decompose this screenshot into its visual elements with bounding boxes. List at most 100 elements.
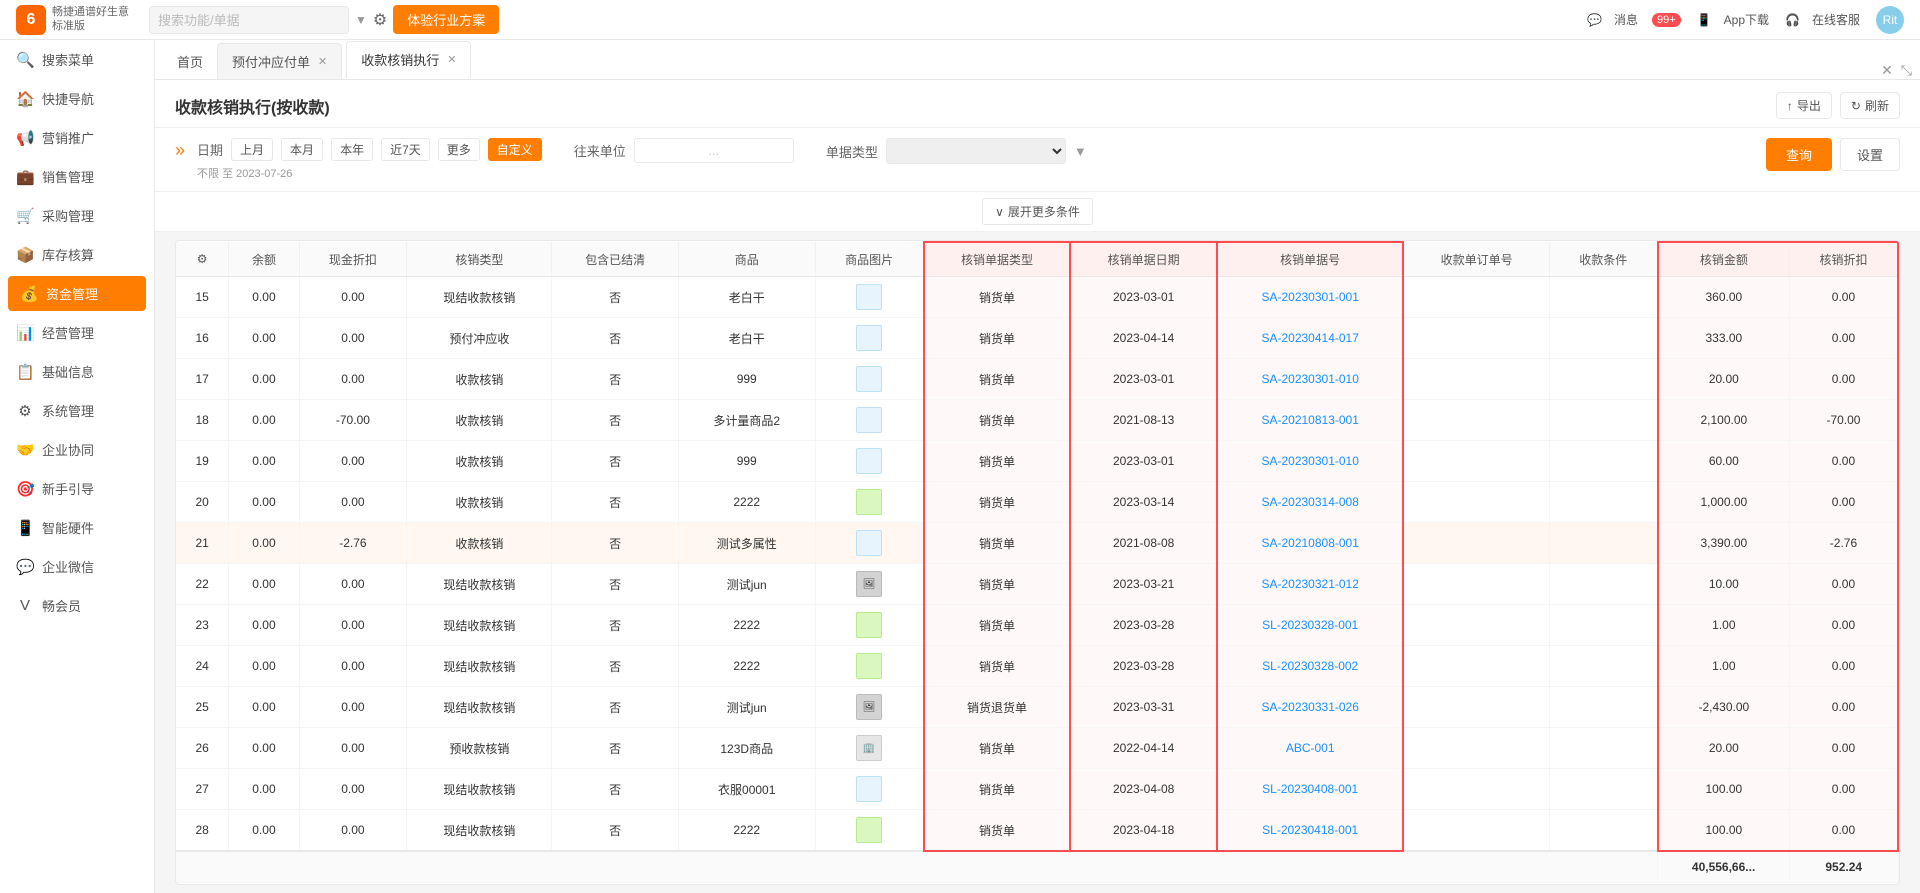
sidebar-item-enterprise[interactable]: 🤝 企业协同 (0, 430, 154, 469)
cell-verify-type: 收款核销 (407, 523, 552, 564)
online-service-group[interactable]: 🎧 在线客服 (1785, 11, 1860, 28)
sidebar-item-sales[interactable]: 💼 销售管理 (0, 157, 154, 196)
sidebar-label-finance: 资金管理 (46, 284, 98, 303)
doc-no-link[interactable]: SL-20230408-001 (1262, 782, 1358, 796)
cell-doc-type: 销货单 (924, 277, 1071, 318)
doc-no-link[interactable]: SA-20230321-012 (1261, 577, 1358, 591)
this-year-btn[interactable]: 本年 (331, 138, 373, 161)
sidebar-item-system[interactable]: ⚙ 系统管理 (0, 391, 154, 430)
doc-no-link[interactable]: SA-20230301-001 (1261, 290, 1358, 304)
doc-no-link[interactable]: SA-20230331-026 (1261, 700, 1358, 714)
search-box[interactable]: 搜索功能/单据 (149, 6, 349, 34)
sidebar-item-inventory[interactable]: 📦 库存核算 (0, 235, 154, 274)
sidebar-label-sales: 销售管理 (42, 167, 94, 186)
sidebar-item-marketing[interactable]: 📢 营销推广 (0, 118, 154, 157)
cell-doc-date: 2023-03-01 (1070, 277, 1217, 318)
user-avatar[interactable]: Rit (1876, 6, 1904, 34)
sidebar-label-system: 系统管理 (42, 401, 94, 420)
tab-2[interactable]: 收款核销执行 ✕ (346, 41, 471, 79)
cell-receipt-cond (1549, 318, 1657, 359)
sidebar-item-wechat[interactable]: 💬 企业微信 (0, 547, 154, 586)
dropdown-icon[interactable]: ▼ (355, 13, 367, 27)
cell-doc-type: 销货单 (924, 810, 1071, 852)
doc-no-link[interactable]: SA-20230414-017 (1261, 331, 1358, 345)
cell-receipt-cond (1549, 400, 1657, 441)
doc-no-link[interactable]: SL-20230328-001 (1262, 618, 1358, 632)
cell-balance: 0.00 (229, 523, 299, 564)
table-container[interactable]: ⚙ 余额 现金折扣 核销类型 包含已结清 商品 商品图片 核销单据类型 核销单据… (175, 240, 1900, 885)
tab-1[interactable]: 预付冲应付单 ✕ (217, 43, 342, 79)
sidebar-icon-marketing: 📢 (16, 129, 34, 147)
sidebar-item-search[interactable]: 🔍 搜索菜单 (0, 40, 154, 79)
cell-goods: 123D商品 (678, 728, 815, 769)
page-actions: ↑ 导出 ↻ 刷新 (1776, 92, 1900, 119)
filter-toggle-btn[interactable]: » (175, 140, 185, 161)
sidebar-item-finance[interactable]: 💰 资金管理 (8, 276, 146, 311)
cell-goods: 2222 (678, 482, 815, 523)
sidebar-label-wechat: 企业微信 (42, 557, 94, 576)
counterparty-input[interactable]: ... (634, 138, 794, 163)
cell-receipt-cond (1549, 523, 1657, 564)
industry-btn[interactable]: 体验行业方案 (393, 5, 499, 34)
query-btn[interactable]: 查询 (1766, 138, 1832, 171)
doc-no-link[interactable]: SA-20210813-001 (1261, 413, 1358, 427)
last-month-btn[interactable]: 上月 (231, 138, 273, 161)
cell-doc-date: 2023-03-21 (1070, 564, 1217, 605)
settings-icon[interactable]: ⚙ (373, 10, 387, 30)
cell-amount: 333.00 (1658, 318, 1790, 359)
date-label: 日期 (197, 140, 223, 159)
table-row: 16 0.00 0.00 预付冲应收 否 老白干 销货单 2023-04-14 … (176, 318, 1898, 359)
app-download-group[interactable]: 📱 App下载 (1697, 11, 1769, 28)
sidebar-item-member[interactable]: V 畅会员 (0, 586, 154, 625)
cell-goods-img (815, 482, 923, 523)
cell-amount: 20.00 (1658, 728, 1790, 769)
refresh-btn[interactable]: ↻ 刷新 (1840, 92, 1900, 119)
cell-doc-no: SA-20230301-010 (1217, 441, 1403, 482)
doc-no-link[interactable]: SA-20230301-010 (1261, 372, 1358, 386)
cell-receipt-cond (1549, 810, 1657, 852)
cell-balance: 0.00 (229, 441, 299, 482)
last7-btn[interactable]: 近7天 (381, 138, 430, 161)
doc-no-link[interactable]: SL-20230418-001 (1262, 823, 1358, 837)
messages-group[interactable]: 💬 消息 99+ (1587, 11, 1681, 28)
export-btn[interactable]: ↑ 导出 (1776, 92, 1832, 119)
sidebar-item-purchase[interactable]: 🛒 采购管理 (0, 196, 154, 235)
doc-no-link[interactable]: SL-20230328-002 (1262, 659, 1358, 673)
cell-verify-type: 现结收款核销 (407, 810, 552, 852)
sidebar-item-newbie[interactable]: 🎯 新手引导 (0, 469, 154, 508)
sidebar-item-basic-info[interactable]: 📋 基础信息 (0, 352, 154, 391)
cell-doc-no: SA-20230301-001 (1217, 277, 1403, 318)
cell-doc-type: 销货单 (924, 482, 1071, 523)
doc-no-link[interactable]: SA-20230301-010 (1261, 454, 1358, 468)
tab-home[interactable]: 首页 (163, 44, 217, 79)
cell-cash-discount: 0.00 (299, 646, 407, 687)
expand-more-btn[interactable]: ∨ 展开更多条件 (982, 198, 1093, 225)
expand-window-icon[interactable]: ⤡ (1901, 62, 1912, 79)
sidebar-item-operations[interactable]: 📊 经营管理 (0, 313, 154, 352)
th-receipt-cond: 收款条件 (1549, 242, 1657, 277)
cell-balance: 0.00 (229, 564, 299, 605)
tab-2-close[interactable]: ✕ (447, 53, 456, 66)
custom-btn[interactable]: 自定义 (488, 138, 542, 161)
doc-no-link[interactable]: ABC-001 (1286, 741, 1335, 755)
cell-id: 16 (176, 318, 229, 359)
cell-doc-date: 2021-08-08 (1070, 523, 1217, 564)
sidebar-item-quick-nav[interactable]: 🏠 快捷导航 (0, 79, 154, 118)
voucher-type-select[interactable] (886, 138, 1066, 164)
tab-1-close[interactable]: ✕ (318, 55, 327, 68)
cell-discount: -2.76 (1789, 523, 1898, 564)
cell-doc-date: 2023-04-08 (1070, 769, 1217, 810)
sidebar-item-smart-hw[interactable]: 📱 智能硬件 (0, 508, 154, 547)
doc-no-link[interactable]: SA-20230314-008 (1261, 495, 1358, 509)
cell-doc-no: SL-20230418-001 (1217, 810, 1403, 852)
close-window-icon[interactable]: ✕ (1881, 62, 1893, 79)
th-goods: 商品 (678, 242, 815, 277)
more-btn[interactable]: 更多 (438, 138, 480, 161)
cell-amount: 3,390.00 (1658, 523, 1790, 564)
doc-no-link[interactable]: SA-20210808-001 (1261, 536, 1358, 550)
this-month-btn[interactable]: 本月 (281, 138, 323, 161)
cell-goods: 老白干 (678, 318, 815, 359)
page-title: 收款核销执行(按收款) (175, 94, 330, 118)
cell-receipt-order (1403, 769, 1549, 810)
filter-settings-btn[interactable]: 设置 (1840, 138, 1900, 171)
